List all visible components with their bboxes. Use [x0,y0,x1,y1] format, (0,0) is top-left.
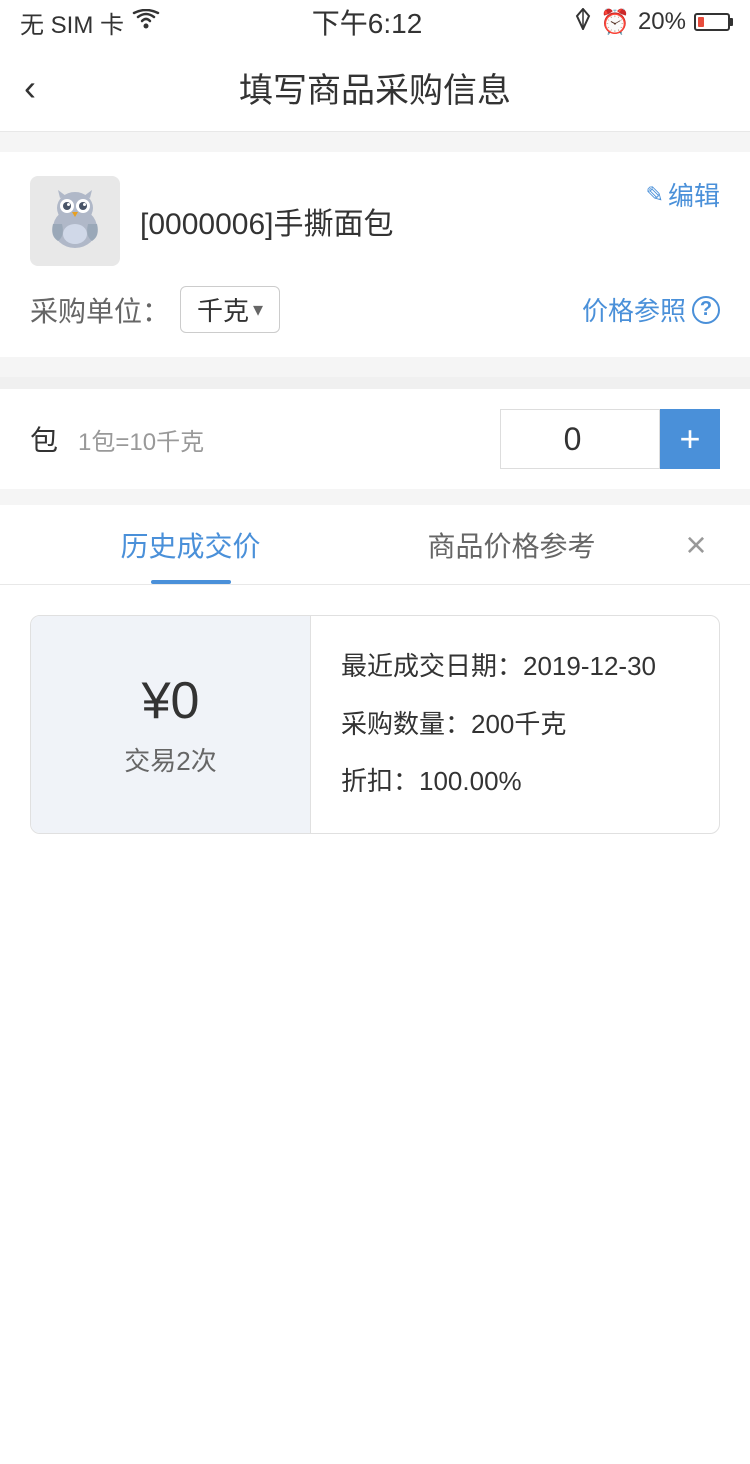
close-tab-button[interactable]: × [672,521,720,569]
edit-label: 编辑 [668,176,720,213]
quantity-row-detail: 采购数量：200千克 [341,704,689,746]
back-icon: ‹ [24,67,36,108]
quantity-detail-label: 采购数量： [341,709,471,739]
status-left: 无 SIM 卡 [20,5,160,40]
status-time: 下午6:12 [312,2,423,42]
history-price-display: ¥0 [142,671,200,731]
no-sim-text: 无 SIM 卡 [20,5,124,40]
help-icon: ? [692,296,720,324]
quantity-row: 包 1包=10千克 + [0,389,750,489]
recent-date-value: 2019-12-30 [523,651,656,681]
quantity-input[interactable] [500,409,660,469]
plus-icon: + [679,418,700,460]
tab-history-price[interactable]: 历史成交价 [30,505,351,584]
product-card: [0000006]手撕面包 ✎ 编辑 采购单位： 千克 ▾ 价格参照 ? [0,152,750,357]
unit-label: 采购单位： [30,290,170,330]
product-name: [0000006]手撕面包 [140,199,393,243]
unit-value: 千克 [197,291,249,328]
price-reference-button[interactable]: 价格参照 ? [582,291,720,328]
page-title: 填写商品采购信息 [239,63,511,112]
bottom-fill [0,864,750,1464]
quantity-hint: 1包=10千克 [78,422,480,457]
recent-date-label: 最近成交日期： [341,651,523,681]
back-button[interactable]: ‹ [24,67,36,109]
price-ref-label: 价格参照 [582,291,686,328]
unit-row: 采购单位： 千克 ▾ 价格参照 ? [30,286,720,333]
status-right: ⏰ 20% [574,8,730,37]
edit-button[interactable]: ✎ 编辑 [646,176,720,213]
battery-icon [694,13,730,31]
discount-label: 折扣： [341,766,419,796]
alarm-icon: ⏰ [600,8,630,37]
price-value: 0 [171,672,200,730]
recent-date-row: 最近成交日期：2019-12-30 [341,646,689,688]
quantity-plus-button[interactable]: + [660,409,720,469]
tab-price-ref-label: 商品价格参考 [427,525,595,565]
unit-left: 采购单位： 千克 ▾ [30,286,280,333]
battery-percent: 20% [638,8,686,36]
quantity-detail-value: 200千克 [471,709,566,739]
history-card-price-area: ¥0 交易2次 [31,616,311,833]
status-bar: 无 SIM 卡 下午6:12 ⏰ 20% [0,0,750,44]
quantity-input-wrap: + [500,409,720,469]
wifi-icon [132,8,160,36]
tab-header: 历史成交价 商品价格参考 × [0,505,750,585]
history-card: ¥0 交易2次 最近成交日期：2019-12-30 采购数量：200千克 折扣：… [30,615,720,834]
discount-row: 折扣：100.00% [341,761,689,803]
history-card-details: 最近成交日期：2019-12-30 采购数量：200千克 折扣：100.00% [311,616,719,833]
tab-price-reference[interactable]: 商品价格参考 [351,505,672,584]
quantity-unit-label: 包 [30,419,58,459]
currency-symbol: ¥ [142,672,171,730]
product-header: [0000006]手撕面包 ✎ 编辑 [30,176,720,266]
unit-selector[interactable]: 千克 ▾ [180,286,280,333]
tab-history-label: 历史成交价 [120,525,260,565]
chevron-down-icon: ▾ [253,297,263,322]
tab-panel: 历史成交价 商品价格参考 × ¥0 交易2次 最近成交日期：2019-12-30 [0,505,750,864]
tab-content: ¥0 交易2次 最近成交日期：2019-12-30 采购数量：200千克 折扣：… [0,585,750,864]
discount-value: 100.00% [419,766,522,796]
close-icon: × [685,524,706,566]
edit-icon: ✎ [646,182,664,208]
section-divider [0,377,750,389]
tab-active-indicator [151,580,231,584]
history-trades-count: 交易2次 [124,741,216,778]
location-icon [574,8,592,37]
nav-bar: ‹ 填写商品采购信息 [0,44,750,132]
product-thumbnail [30,176,120,266]
product-left: [0000006]手撕面包 [30,176,393,266]
